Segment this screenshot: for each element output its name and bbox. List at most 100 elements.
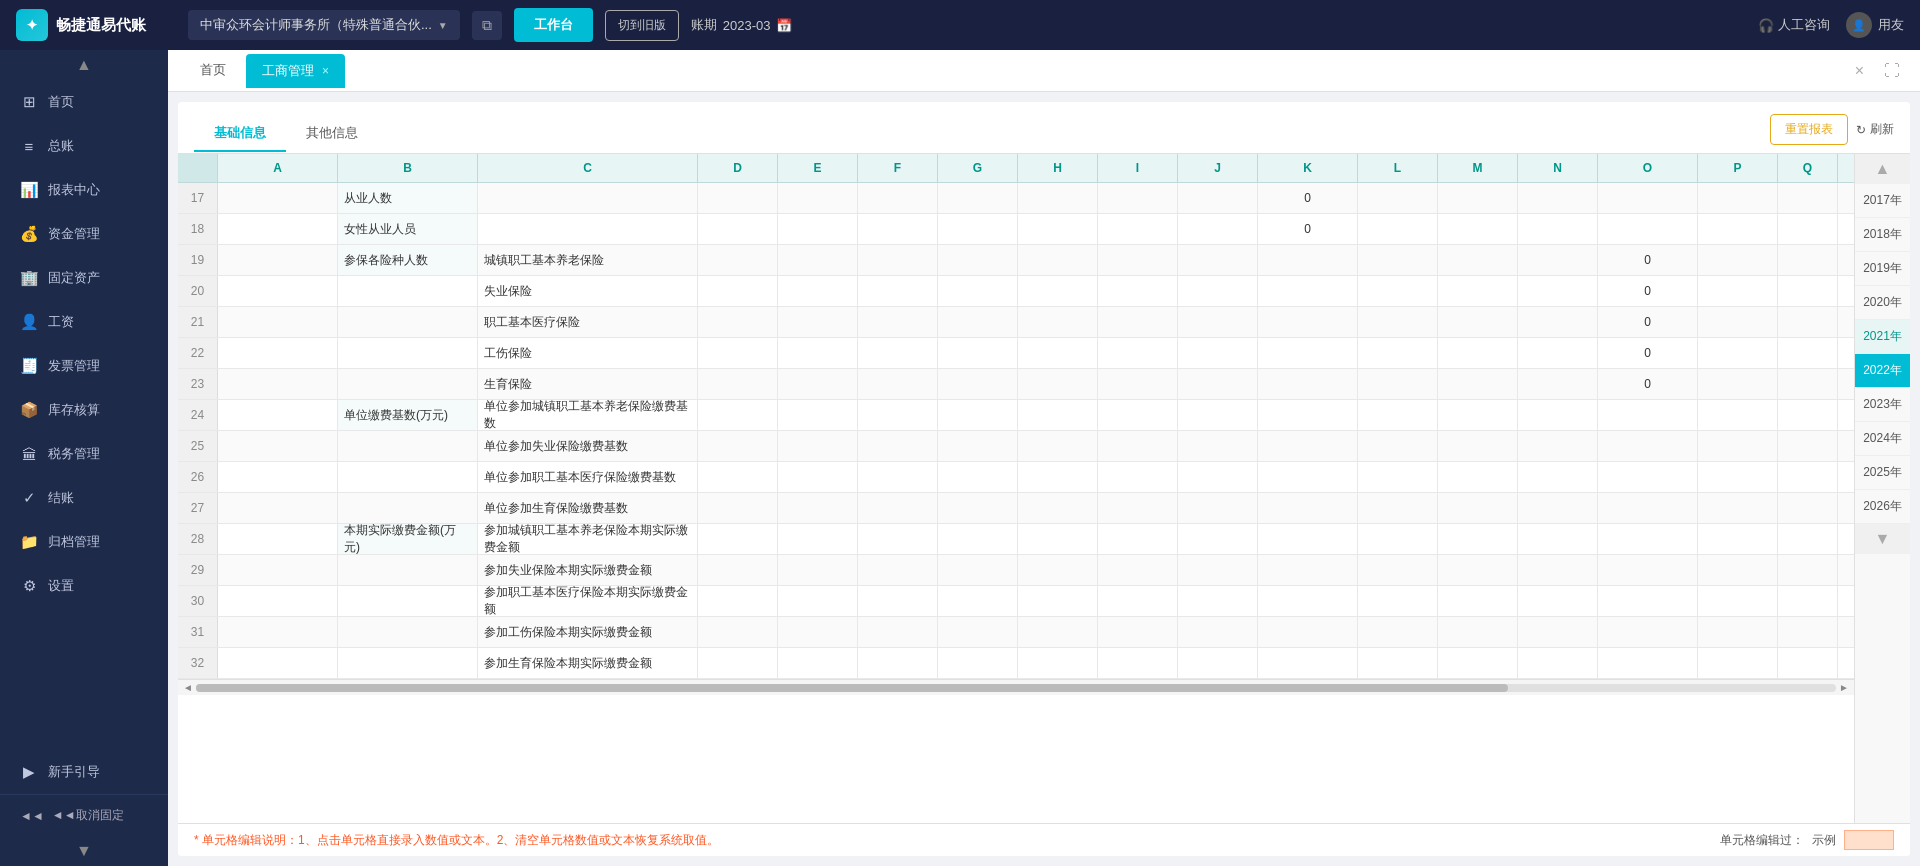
cell-21-J[interactable] — [1178, 307, 1258, 337]
company-selector[interactable]: 中审众环会计师事务所（特殊普通合伙... ▼ — [188, 10, 460, 40]
cell-20-I[interactable] — [1098, 276, 1178, 306]
year-item-2017[interactable]: 2017年 — [1855, 184, 1910, 218]
cell-18-C[interactable] — [478, 214, 698, 244]
cell-20-C[interactable]: 失业保险 — [478, 276, 698, 306]
cell-21-Q[interactable] — [1778, 307, 1838, 337]
sidebar-item-salary[interactable]: 👤 工资 — [0, 300, 168, 344]
cell-20-L[interactable] — [1358, 276, 1438, 306]
scroll-thumb[interactable] — [196, 684, 1508, 692]
year-panel-down-btn[interactable]: ▼ — [1855, 524, 1910, 554]
cell-21-D[interactable] — [698, 307, 778, 337]
cell-21-M[interactable] — [1438, 307, 1518, 337]
cell-18-I[interactable] — [1098, 214, 1178, 244]
cell-19-Q[interactable] — [1778, 245, 1838, 275]
tab-home[interactable]: 首页 — [184, 51, 242, 91]
cell-19-C[interactable]: 城镇职工基本养老保险 — [478, 245, 698, 275]
cell-17-P[interactable] — [1698, 183, 1778, 213]
year-item-2021[interactable]: 2021年 — [1855, 320, 1910, 354]
cell-18-H[interactable] — [1018, 214, 1098, 244]
tab-active-industrial[interactable]: 工商管理 × — [246, 54, 345, 88]
cell-20-Q[interactable] — [1778, 276, 1838, 306]
tab-basic-info[interactable]: 基础信息 — [194, 116, 286, 152]
copy-button[interactable]: ⧉ — [472, 11, 502, 40]
cell-21-B[interactable] — [338, 307, 478, 337]
cell-19-D[interactable] — [698, 245, 778, 275]
close-icon[interactable]: × — [322, 64, 329, 78]
cell-18-M[interactable] — [1438, 214, 1518, 244]
scroll-right-btn[interactable]: ► — [1836, 680, 1852, 696]
cell-20-J[interactable] — [1178, 276, 1258, 306]
year-item-2018[interactable]: 2018年 — [1855, 218, 1910, 252]
cell-17-D[interactable] — [698, 183, 778, 213]
cell-17-G[interactable] — [938, 183, 1018, 213]
cell-19-I[interactable] — [1098, 245, 1178, 275]
cell-19-N[interactable] — [1518, 245, 1598, 275]
refresh-button[interactable]: ↻ 刷新 — [1856, 121, 1894, 138]
cell-18-P[interactable] — [1698, 214, 1778, 244]
cell-17-E[interactable] — [778, 183, 858, 213]
cell-23-C[interactable]: 生育保险 — [478, 369, 698, 399]
cell-21-K[interactable] — [1258, 307, 1358, 337]
cell-21-L[interactable] — [1358, 307, 1438, 337]
user-area[interactable]: 👤 用友 — [1846, 12, 1904, 38]
cell-21-O[interactable]: 0 — [1598, 307, 1698, 337]
sidebar-item-tax[interactable]: 🏛 税务管理 — [0, 432, 168, 476]
cell-19-O[interactable]: 0 — [1598, 245, 1698, 275]
cell-17-I[interactable] — [1098, 183, 1178, 213]
cell-19-J[interactable] — [1178, 245, 1258, 275]
sidebar-item-reports[interactable]: 📊 报表中心 — [0, 168, 168, 212]
cell-20-A[interactable] — [218, 276, 338, 306]
sidebar-scroll-down-btn[interactable]: ▼ — [74, 840, 94, 862]
year-panel-up-btn[interactable]: ▲ — [1855, 154, 1910, 184]
cell-21-P[interactable] — [1698, 307, 1778, 337]
sidebar-item-newuser[interactable]: ▶ 新手引导 — [0, 750, 168, 794]
sidebar-pin-button[interactable]: ◄◄ ◄◄取消固定 — [0, 794, 168, 836]
cell-26-C[interactable]: 单位参加职工基本医疗保险缴费基数 — [478, 462, 698, 492]
cell-22-A[interactable] — [218, 338, 338, 368]
cell-19-H[interactable] — [1018, 245, 1098, 275]
switch-version-button[interactable]: 切到旧版 — [605, 10, 679, 41]
cell-20-F[interactable] — [858, 276, 938, 306]
cell-17-J[interactable] — [1178, 183, 1258, 213]
sidebar-item-home[interactable]: ⊞ 首页 — [0, 80, 168, 124]
year-item-2024[interactable]: 2024年 — [1855, 422, 1910, 456]
sidebar-item-inventory[interactable]: 📦 库存核算 — [0, 388, 168, 432]
cell-18-O[interactable] — [1598, 214, 1698, 244]
cell-28-C[interactable]: 参加城镇职工基本养老保险本期实际缴费金额 — [478, 524, 698, 554]
cell-22-C[interactable]: 工伤保险 — [478, 338, 698, 368]
cell-21-G[interactable] — [938, 307, 1018, 337]
cell-18-G[interactable] — [938, 214, 1018, 244]
sidebar-item-ledger[interactable]: ≡ 总账 — [0, 124, 168, 168]
cell-31-C[interactable]: 参加工伤保险本期实际缴费金额 — [478, 617, 698, 647]
cell-32-C[interactable]: 参加生育保险本期实际缴费金额 — [478, 648, 698, 678]
cell-17-L[interactable] — [1358, 183, 1438, 213]
scroll-track[interactable] — [196, 684, 1836, 692]
cell-17-M[interactable] — [1438, 183, 1518, 213]
cell-17-K[interactable]: 0 — [1258, 183, 1358, 213]
year-item-2023[interactable]: 2023年 — [1855, 388, 1910, 422]
cell-18-D[interactable] — [698, 214, 778, 244]
horizontal-scrollbar[interactable]: ◄ ► — [178, 679, 1854, 695]
cell-17-N[interactable] — [1518, 183, 1598, 213]
tab-expand-button[interactable]: ⛶ — [1880, 58, 1904, 84]
cell-20-G[interactable] — [938, 276, 1018, 306]
sidebar-item-invoice[interactable]: 🧾 发票管理 — [0, 344, 168, 388]
cell-18-E[interactable] — [778, 214, 858, 244]
sidebar-scroll-up-btn[interactable]: ▲ — [74, 54, 94, 76]
year-item-2020[interactable]: 2020年 — [1855, 286, 1910, 320]
cell-20-N[interactable] — [1518, 276, 1598, 306]
cell-17-O[interactable] — [1598, 183, 1698, 213]
cell-20-D[interactable] — [698, 276, 778, 306]
cell-19-A[interactable] — [218, 245, 338, 275]
cell-22-B[interactable] — [338, 338, 478, 368]
cell-25-C[interactable]: 单位参加失业保险缴费基数 — [478, 431, 698, 461]
cell-17-Q[interactable] — [1778, 183, 1838, 213]
cell-18-Q[interactable] — [1778, 214, 1838, 244]
cell-18-L[interactable] — [1358, 214, 1438, 244]
cell-19-F[interactable] — [858, 245, 938, 275]
cell-24-B[interactable]: 单位缴费基数(万元) — [338, 400, 478, 430]
sidebar-item-capital[interactable]: 💰 资金管理 — [0, 212, 168, 256]
cell-18-B[interactable]: 女性从业人员 — [338, 214, 478, 244]
cell-21-I[interactable] — [1098, 307, 1178, 337]
cell-23-O[interactable]: 0 — [1598, 369, 1698, 399]
